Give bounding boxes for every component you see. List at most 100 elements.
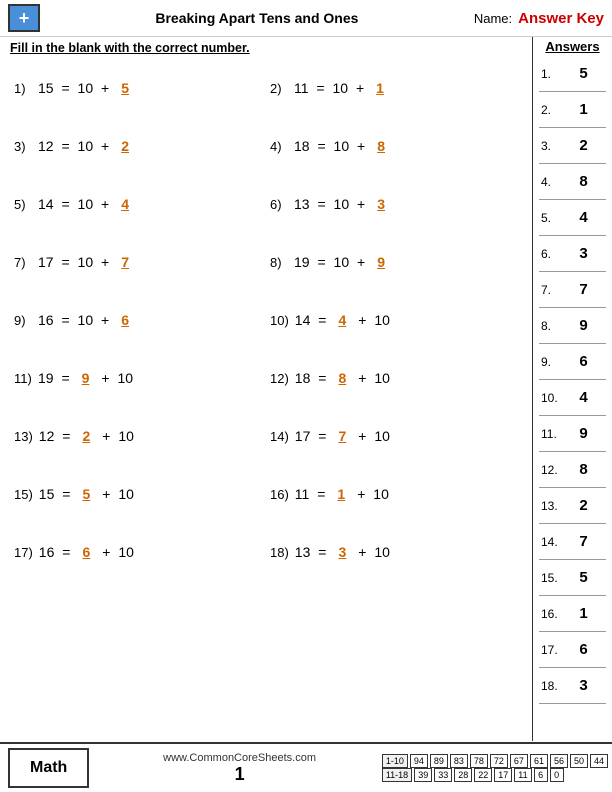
problem-equation: 12 = 2 + 10 <box>39 428 134 444</box>
eq-left: 14 <box>38 196 54 212</box>
eq-equals: = <box>314 428 330 444</box>
eq-equals: = <box>313 80 329 96</box>
answer-key-number: 10. <box>541 391 563 405</box>
answer-key-item: 12.8 <box>539 452 606 488</box>
answer-key-number: 8. <box>541 319 563 333</box>
eq-blank: 8 <box>334 370 350 386</box>
answer-key-value: 8 <box>563 173 604 190</box>
eq-op: + <box>353 486 369 502</box>
problem-item: 8)19 = 10 + 9 <box>266 233 522 291</box>
footer-center: www.CommonCoreSheets.com 1 <box>97 744 382 792</box>
eq-mid: 10 <box>78 196 94 212</box>
eq-op: + <box>98 486 114 502</box>
problem-number: 2) <box>270 81 288 96</box>
eq-op: + <box>353 196 369 212</box>
eq-equals: = <box>58 254 74 270</box>
answer-key-value: 3 <box>563 677 604 694</box>
eq-mid: 10 <box>118 486 134 502</box>
answer-key-value: 9 <box>563 317 604 334</box>
answer-key-number: 15. <box>541 571 563 585</box>
eq-blank: 4 <box>117 196 133 212</box>
stats-row: 11-1839332822171160 <box>382 768 608 782</box>
problem-equation: 18 = 8 + 10 <box>295 370 390 386</box>
stats-cell: 22 <box>474 768 492 782</box>
answer-key-item: 11.9 <box>539 416 606 452</box>
eq-equals: = <box>58 544 74 560</box>
answer-key-number: 6. <box>541 247 563 261</box>
stats-cell: 89 <box>430 754 448 768</box>
answer-key-number: 13. <box>541 499 563 513</box>
instructions: Fill in the blank with the correct numbe… <box>10 41 522 55</box>
eq-equals: = <box>314 254 330 270</box>
problem-number: 7) <box>14 255 32 270</box>
eq-blank: 3 <box>334 544 350 560</box>
answer-key-number: 17. <box>541 643 563 657</box>
eq-mid: 10 <box>334 138 350 154</box>
answer-key-item: 8.9 <box>539 308 606 344</box>
answer-key-number: 7. <box>541 283 563 297</box>
eq-left: 11 <box>294 80 309 96</box>
stats-cell: 11 <box>514 768 531 782</box>
eq-blank: 4 <box>334 312 350 328</box>
answer-key-number: 9. <box>541 355 563 369</box>
eq-mid: 10 <box>78 80 94 96</box>
eq-left: 17 <box>295 428 311 444</box>
eq-op: + <box>98 370 114 386</box>
eq-blank: 7 <box>334 428 350 444</box>
eq-left: 15 <box>38 80 54 96</box>
answer-key-number: 16. <box>541 607 563 621</box>
stats-cell: 61 <box>530 754 548 768</box>
eq-left: 12 <box>39 428 55 444</box>
answer-key-label: Answer Key <box>518 10 604 27</box>
eq-equals: = <box>314 370 330 386</box>
problem-item: 17)16 = 6 + 10 <box>10 523 266 581</box>
problem-equation: 14 = 4 + 10 <box>295 312 390 328</box>
problem-number: 5) <box>14 197 32 212</box>
eq-blank: 5 <box>78 486 94 502</box>
answer-key-item: 14.7 <box>539 524 606 560</box>
eq-left: 11 <box>295 486 310 502</box>
problem-equation: 15 = 10 + 5 <box>38 80 133 96</box>
problem-number: 6) <box>270 197 288 212</box>
eq-mid: 10 <box>374 312 390 328</box>
problem-equation: 16 = 6 + 10 <box>39 544 134 560</box>
eq-mid: 10 <box>118 428 134 444</box>
eq-equals: = <box>313 486 329 502</box>
problem-item: 15)15 = 5 + 10 <box>10 465 266 523</box>
answer-key-value: 2 <box>563 497 604 514</box>
eq-left: 16 <box>39 544 55 560</box>
eq-blank: 9 <box>78 370 94 386</box>
footer: Math www.CommonCoreSheets.com 1 1-109489… <box>0 742 612 792</box>
answer-key-number: 18. <box>541 679 563 693</box>
problem-equation: 13 = 10 + 3 <box>294 196 389 212</box>
name-label: Name: <box>474 11 512 26</box>
stats-cell: 39 <box>414 768 432 782</box>
answer-key-item: 2.1 <box>539 92 606 128</box>
eq-mid: 10 <box>78 312 94 328</box>
problem-equation: 13 = 3 + 10 <box>295 544 390 560</box>
problem-item: 9)16 = 10 + 6 <box>10 291 266 349</box>
eq-left: 19 <box>294 254 310 270</box>
problem-item: 4)18 = 10 + 8 <box>266 117 522 175</box>
main-content: Fill in the blank with the correct numbe… <box>0 37 612 741</box>
answer-key-value: 6 <box>563 641 604 658</box>
eq-op: + <box>97 312 113 328</box>
problem-equation: 17 = 7 + 10 <box>295 428 390 444</box>
eq-op: + <box>354 370 370 386</box>
eq-op: + <box>98 428 114 444</box>
answer-key-number: 11. <box>541 427 563 441</box>
eq-mid: 10 <box>334 196 350 212</box>
eq-mid: 10 <box>374 428 390 444</box>
eq-op: + <box>97 80 113 96</box>
eq-left: 13 <box>295 544 311 560</box>
eq-blank: 2 <box>117 138 133 154</box>
eq-blank: 8 <box>373 138 389 154</box>
eq-equals: = <box>58 428 74 444</box>
problem-item: 10)14 = 4 + 10 <box>266 291 522 349</box>
eq-equals: = <box>314 138 330 154</box>
eq-left: 18 <box>294 138 310 154</box>
problem-item: 18)13 = 3 + 10 <box>266 523 522 581</box>
answer-key-number: 5. <box>541 211 563 225</box>
eq-op: + <box>354 544 370 560</box>
eq-mid: 10 <box>118 544 134 560</box>
